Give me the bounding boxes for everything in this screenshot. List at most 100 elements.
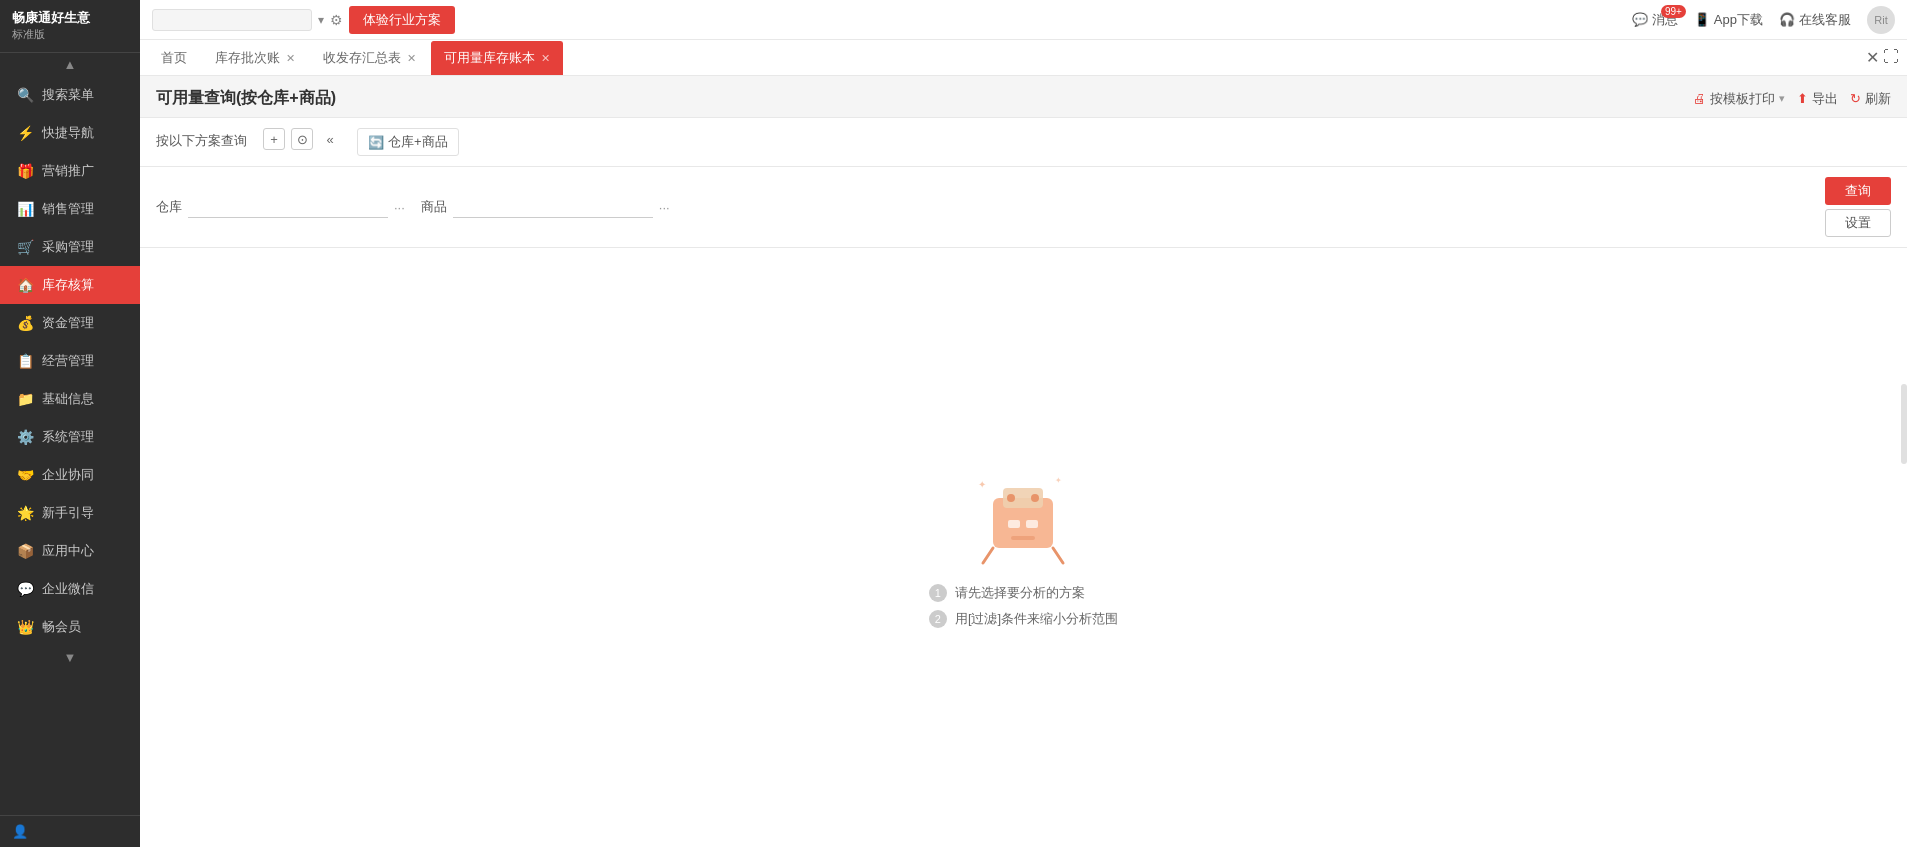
hint-text-2: 用[过滤]条件来缩小分析范围 xyxy=(955,610,1118,628)
svg-text:✦: ✦ xyxy=(1055,476,1062,485)
tab-close-all-icon[interactable]: ✕ xyxy=(1866,48,1879,67)
gear-icon[interactable]: ⚙ xyxy=(330,12,343,28)
sidebar-item-label: 采购管理 xyxy=(42,238,94,256)
sidebar-scroll-down[interactable]: ▼ xyxy=(0,646,140,669)
svg-rect-4 xyxy=(1008,520,1020,528)
export-label: 导出 xyxy=(1812,90,1838,108)
sidebar-item-label: 库存核算 xyxy=(42,276,94,294)
sidebar-item-member[interactable]: 👑 畅会员 xyxy=(0,608,140,646)
sidebar-item-label: 新手引导 xyxy=(42,504,94,522)
marketing-icon: 🎁 xyxy=(16,162,34,180)
product-more-icon[interactable]: ··· xyxy=(659,200,670,215)
sidebar-item-base[interactable]: 📁 基础信息 xyxy=(0,380,140,418)
sidebar-bottom-user[interactable]: 👤 xyxy=(0,815,140,847)
scheme-label: 仓库+商品 xyxy=(388,133,448,151)
tab-close-icon[interactable]: ✕ xyxy=(407,52,416,65)
sidebar-item-finance[interactable]: 💰 资金管理 xyxy=(0,304,140,342)
sidebar-item-label: 系统管理 xyxy=(42,428,94,446)
query-button[interactable]: 查询 xyxy=(1825,177,1891,205)
refresh-icon: ↻ xyxy=(1850,91,1861,106)
message-button[interactable]: 💬 消息 99+ xyxy=(1632,11,1678,29)
sidebar-item-wechat[interactable]: 💬 企业微信 xyxy=(0,570,140,608)
svg-rect-5 xyxy=(1026,520,1038,528)
tabs-end-buttons: ✕ ⛶ xyxy=(1866,48,1899,67)
sidebar-item-label: 营销推广 xyxy=(42,162,94,180)
svg-rect-6 xyxy=(1011,536,1035,540)
tab-receipt-summary[interactable]: 收发存汇总表 ✕ xyxy=(310,41,429,75)
print-button[interactable]: 🖨 按模板打印 ▾ xyxy=(1693,90,1785,108)
guide-icon: 🌟 xyxy=(16,504,34,522)
sales-icon: 📊 xyxy=(16,200,34,218)
scheme-warehouse-product[interactable]: 🔄 仓库+商品 xyxy=(357,128,459,156)
tab-close-icon[interactable]: ✕ xyxy=(541,52,550,65)
sidebar-item-label: 快捷导航 xyxy=(42,124,94,142)
content-body: ✦ ✦ 1 请先选择要分析的方案 2 用[过滤]条件来缩小分析范围 xyxy=(140,248,1907,847)
sidebar-item-appstore[interactable]: 📦 应用中心 xyxy=(0,532,140,570)
empty-illustration: ✦ ✦ xyxy=(973,468,1073,568)
sidebar-item-guide[interactable]: 🌟 新手引导 xyxy=(0,494,140,532)
sidebar-scroll-up[interactable]: ▲ xyxy=(0,53,140,76)
appstore-icon: 📦 xyxy=(16,542,34,560)
sidebar-item-search[interactable]: 🔍 搜索菜单 xyxy=(0,76,140,114)
chevron-down-icon[interactable]: ▾ xyxy=(318,13,324,27)
tab-home-label: 首页 xyxy=(161,49,187,67)
scroll-indicator xyxy=(1901,384,1907,464)
scheme-settings-button[interactable]: ⊙ xyxy=(291,128,313,150)
warehouse-label: 仓库 xyxy=(156,198,182,216)
hint-num-2: 2 xyxy=(929,610,947,628)
sidebar-item-inventory[interactable]: 🏠 库存核算 xyxy=(0,266,140,304)
topbar-search-area: ▾ ⚙ 体验行业方案 xyxy=(152,6,1624,34)
content-header: 可用量查询(按仓库+商品) 🖨 按模板打印 ▾ ⬆ 导出 ↻ 刷新 xyxy=(140,76,1907,118)
svg-point-2 xyxy=(1007,494,1015,502)
sidebar-item-purchase[interactable]: 🛒 采购管理 xyxy=(0,228,140,266)
search-input[interactable] xyxy=(152,9,312,31)
tab-batch-account[interactable]: 库存批次账 ✕ xyxy=(202,41,308,75)
sidebar-item-label: 销售管理 xyxy=(42,200,94,218)
topbar: ▾ ⚙ 体验行业方案 💬 消息 99+ 📱 App下载 🎧 在线客服 Rit xyxy=(140,0,1907,40)
scheme-icon: 🔄 xyxy=(368,135,384,150)
wechat-icon: 💬 xyxy=(16,580,34,598)
trial-industry-button[interactable]: 体验行业方案 xyxy=(349,6,455,34)
scheme-add-button[interactable]: + xyxy=(263,128,285,150)
warehouse-more-icon[interactable]: ··· xyxy=(394,200,405,215)
system-icon: ⚙️ xyxy=(16,428,34,446)
export-button[interactable]: ⬆ 导出 xyxy=(1797,90,1838,108)
product-label: 商品 xyxy=(421,198,447,216)
tab-close-icon[interactable]: ✕ xyxy=(286,52,295,65)
sidebar-item-operations[interactable]: 📋 经营管理 xyxy=(0,342,140,380)
service-label: 在线客服 xyxy=(1799,11,1851,29)
inventory-icon: 🏠 xyxy=(16,276,34,294)
content-header-right: 🖨 按模板打印 ▾ ⬆ 导出 ↻ 刷新 xyxy=(1693,90,1891,108)
app-download-button[interactable]: 📱 App下载 xyxy=(1694,11,1763,29)
tab-expand-icon[interactable]: ⛶ xyxy=(1883,48,1899,67)
sidebar-item-quicknav[interactable]: ⚡ 快捷导航 xyxy=(0,114,140,152)
search-icon: 🔍 xyxy=(16,86,34,104)
refresh-button[interactable]: ↻ 刷新 xyxy=(1850,90,1891,108)
sidebar-item-label: 应用中心 xyxy=(42,542,94,560)
scheme-collapse-button[interactable]: « xyxy=(319,128,341,150)
sidebar-item-system[interactable]: ⚙️ 系统管理 xyxy=(0,418,140,456)
refresh-label: 刷新 xyxy=(1865,90,1891,108)
phone-icon: 📱 xyxy=(1694,12,1710,27)
sidebar-item-enterprise[interactable]: 🤝 企业协同 xyxy=(0,456,140,494)
finance-icon: 💰 xyxy=(16,314,34,332)
tab-receipt-summary-label: 收发存汇总表 xyxy=(323,49,401,67)
online-service-button[interactable]: 🎧 在线客服 xyxy=(1779,11,1851,29)
avatar[interactable]: Rit xyxy=(1867,6,1895,34)
sidebar-item-sales[interactable]: 📊 销售管理 xyxy=(0,190,140,228)
sidebar-item-marketing[interactable]: 🎁 营销推广 xyxy=(0,152,140,190)
warehouse-input[interactable] xyxy=(188,196,388,218)
sidebar-item-label: 资金管理 xyxy=(42,314,94,332)
enterprise-icon: 🤝 xyxy=(16,466,34,484)
settings-small-button[interactable]: 设置 xyxy=(1825,209,1891,237)
tab-available-ledger[interactable]: 可用量库存账本 ✕ xyxy=(431,41,563,75)
product-input[interactable] xyxy=(453,196,653,218)
export-icon: ⬆ xyxy=(1797,91,1808,106)
svg-text:✦: ✦ xyxy=(978,479,986,490)
edition-label: 标准版 xyxy=(12,27,128,42)
user-name: Rit xyxy=(1874,14,1887,26)
tabs-bar: 首页 库存批次账 ✕ 收发存汇总表 ✕ 可用量库存账本 ✕ ✕ ⛶ xyxy=(140,40,1907,76)
tab-home[interactable]: 首页 xyxy=(148,41,200,75)
print-chevron-icon[interactable]: ▾ xyxy=(1779,92,1785,105)
message-badge: 99+ xyxy=(1661,5,1686,18)
